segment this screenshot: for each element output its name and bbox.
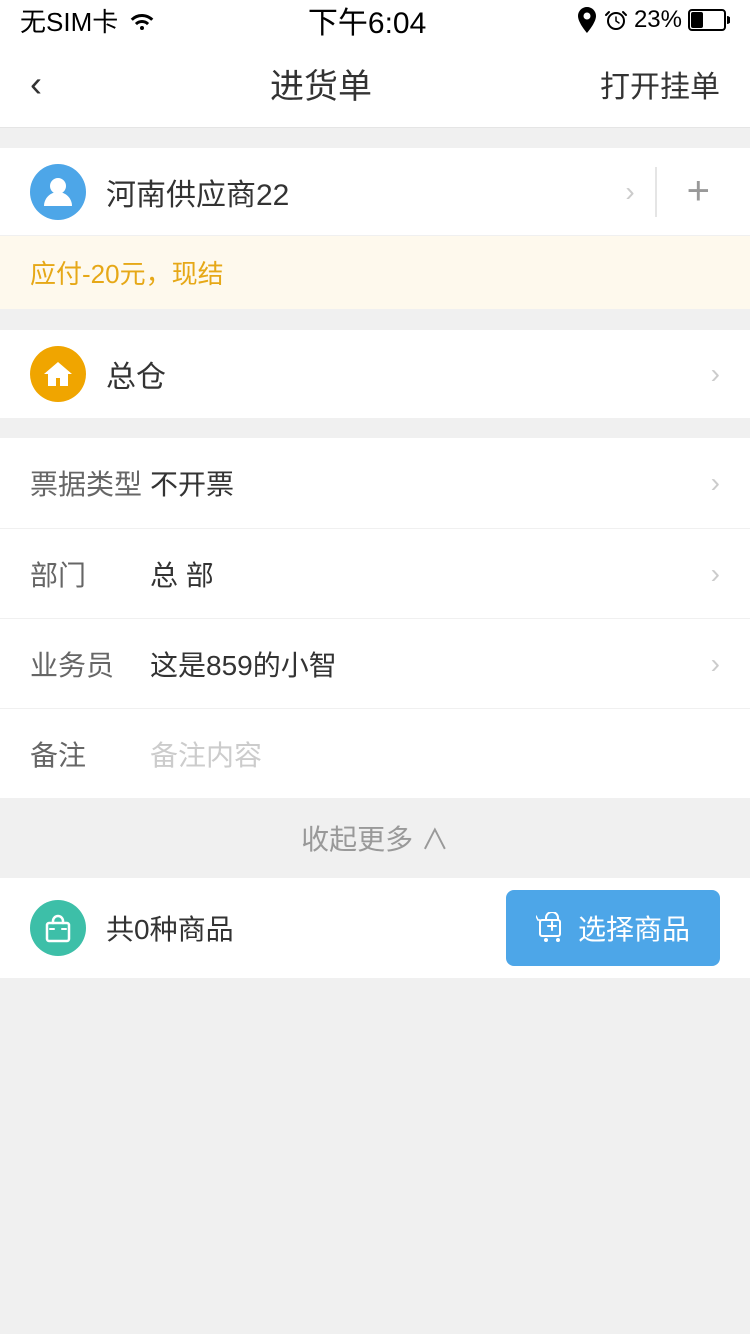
supplier-avatar <box>30 164 86 220</box>
open-pending-button[interactable]: 打开挂单 <box>600 62 720 106</box>
nav-bar: ‹ 进货单 打开挂单 <box>0 40 750 128</box>
wifi-icon <box>126 8 158 32</box>
status-right: 23% <box>576 6 730 34</box>
gray-fill-area <box>0 978 750 1278</box>
fields-section: 票据类型 不开票 › 部门 总 部 › 业务员 这是859的小智 › 备注 备注… <box>0 438 750 798</box>
salesperson-label: 业务员 <box>30 644 150 684</box>
supplier-name: 河南供应商22 <box>106 170 625 214</box>
invoice-type-chevron-icon: › <box>711 467 720 499</box>
remark-value[interactable]: 备注内容 <box>150 734 720 774</box>
department-value: 总 部 <box>150 554 711 594</box>
alarm-icon <box>604 8 628 32</box>
back-button[interactable]: ‹ <box>30 63 42 105</box>
invoice-type-row[interactable]: 票据类型 不开票 › <box>0 438 750 528</box>
select-product-label: 选择商品 <box>578 908 690 948</box>
warehouse-row[interactable]: 总仓 › <box>0 330 750 418</box>
status-bar: 无SIM卡 下午6:04 23% <box>0 0 750 40</box>
bottom-bar: 共0种商品 选择商品 <box>0 878 750 978</box>
battery-text: 23% <box>634 6 682 34</box>
section-gap-3 <box>0 418 750 438</box>
remark-row[interactable]: 备注 备注内容 <box>0 708 750 798</box>
collapse-row[interactable]: 收起更多 ∧ <box>0 798 750 878</box>
warehouse-section: 总仓 › <box>0 330 750 418</box>
product-icon-wrap <box>30 900 86 956</box>
warehouse-name: 总仓 <box>106 352 711 396</box>
department-chevron-icon: › <box>711 558 720 590</box>
section-gap-1 <box>0 128 750 148</box>
product-icon <box>41 911 75 945</box>
salesperson-value: 这是859的小智 <box>150 644 711 684</box>
supplier-section: 河南供应商22 › + 应付-20元，现结 <box>0 148 750 310</box>
department-label: 部门 <box>30 554 150 594</box>
select-product-button[interactable]: 选择商品 <box>506 890 720 966</box>
add-supplier-button[interactable]: + <box>677 169 720 214</box>
vertical-divider <box>655 167 657 217</box>
page-title: 进货单 <box>270 59 372 108</box>
invoice-type-value: 不开票 <box>150 463 711 503</box>
supplier-chevron-icon: › <box>625 176 634 208</box>
invoice-type-label: 票据类型 <box>30 463 150 503</box>
salesperson-chevron-icon: › <box>711 648 720 680</box>
battery-icon <box>688 9 730 31</box>
supplier-row[interactable]: 河南供应商22 › + <box>0 148 750 236</box>
status-left: 无SIM卡 <box>20 2 158 39</box>
location-icon <box>576 7 598 33</box>
department-row[interactable]: 部门 总 部 › <box>0 528 750 618</box>
cart-icon <box>536 912 568 944</box>
warehouse-icon-wrap <box>30 346 86 402</box>
warehouse-icon <box>41 357 75 391</box>
section-gap-2 <box>0 310 750 330</box>
remark-label: 备注 <box>30 734 150 774</box>
carrier-text: 无SIM卡 <box>20 2 118 39</box>
product-count-text: 共0种商品 <box>106 908 506 948</box>
status-time: 下午6:04 <box>308 0 426 42</box>
person-icon <box>40 174 76 210</box>
salesperson-row[interactable]: 业务员 这是859的小智 › <box>0 618 750 708</box>
notice-banner: 应付-20元，现结 <box>0 236 750 310</box>
warehouse-chevron-icon: › <box>711 358 720 390</box>
